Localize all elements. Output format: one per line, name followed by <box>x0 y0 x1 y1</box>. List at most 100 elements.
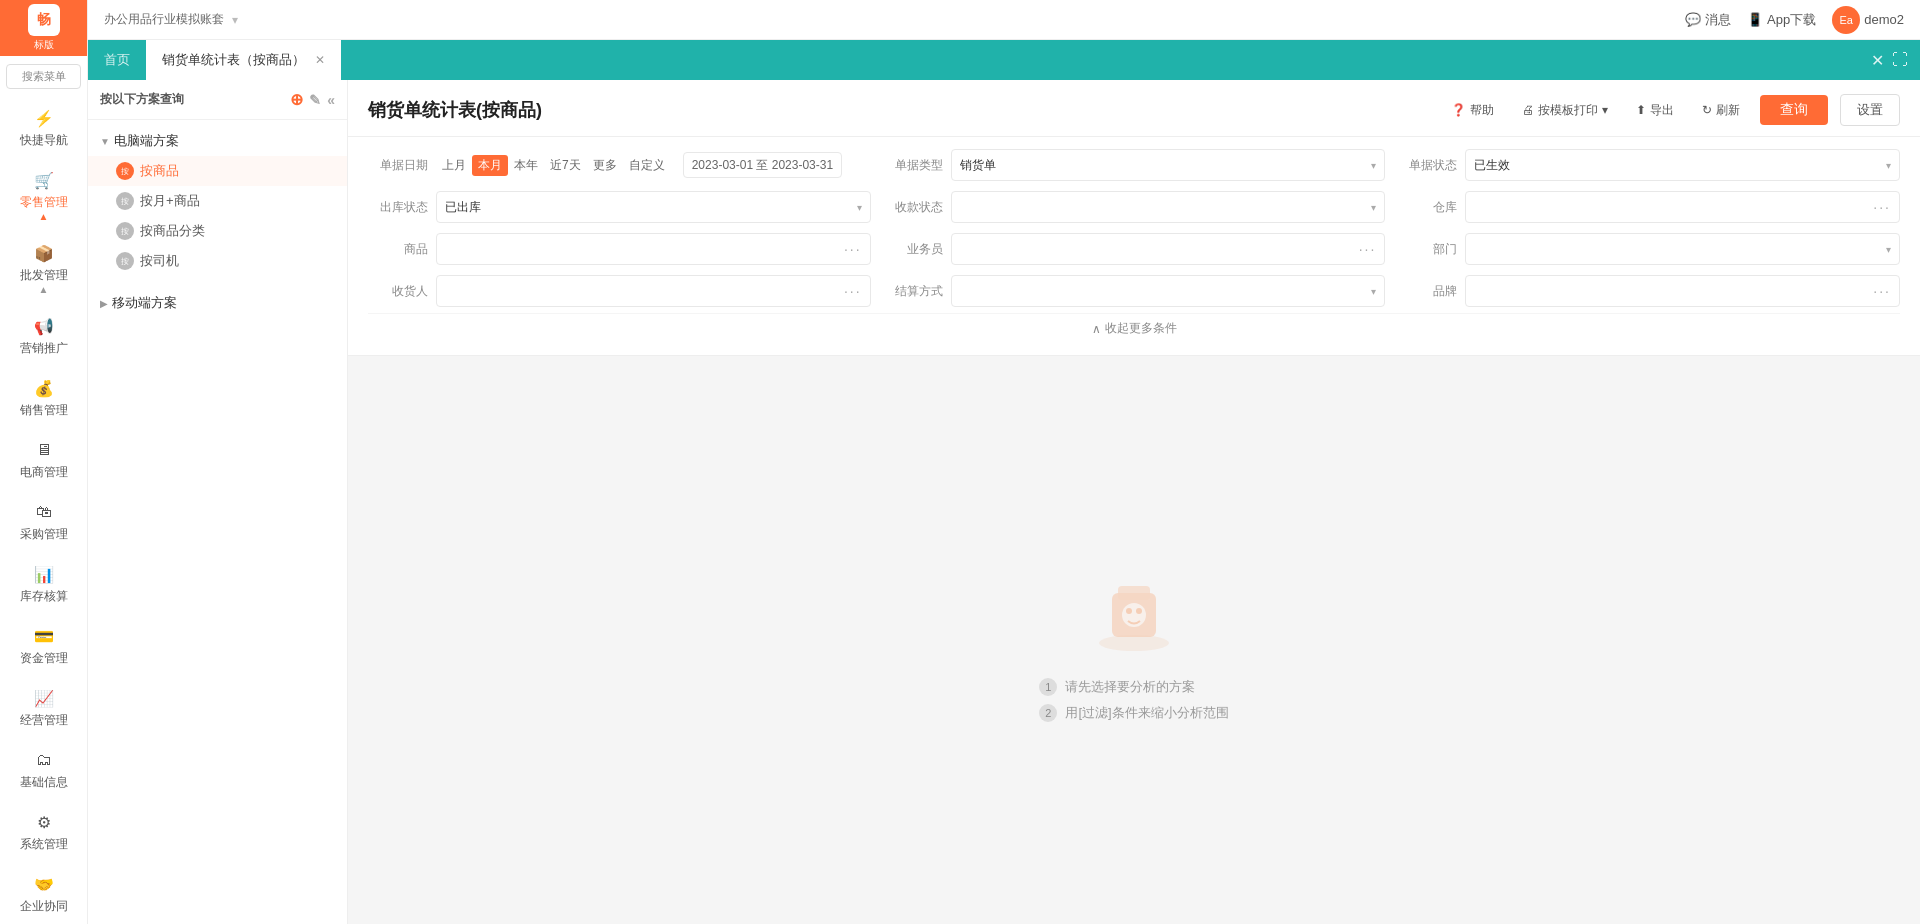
pay-status-label: 收款状态 <box>883 199 943 216</box>
edit-scheme-icon[interactable]: ✎ <box>309 92 321 108</box>
svg-point-4 <box>1126 608 1132 614</box>
empty-tips: 1 请先选择要分析的方案 2 用[过滤]条件来缩小分析范围 <box>1039 678 1228 722</box>
sidebar-item-wholesale[interactable]: 📦 批发管理 ▲ <box>0 232 87 305</box>
sidebar-item-basic[interactable]: 🗂 基础信息 <box>0 739 87 801</box>
collapse-panel-icon[interactable]: « <box>327 92 335 108</box>
tip-num-1: 1 <box>1039 678 1057 696</box>
tab-close-icon[interactable]: ✕ <box>315 53 325 67</box>
header-breadcrumb: 办公用品行业模拟账套 ▾ <box>104 11 238 28</box>
search-menu-section: 搜索菜单 <box>0 56 87 97</box>
finance-icon: 💳 <box>33 625 55 647</box>
wholesale-icon: 📦 <box>33 242 55 264</box>
help-button[interactable]: ❓ 帮助 <box>1443 98 1502 123</box>
main-content: 办公用品行业模拟账套 ▾ 💬 消息 📱 App下载 Ea demo2 首页 <box>88 0 1920 924</box>
date-tab-more[interactable]: 更多 <box>587 155 623 176</box>
receiver-select[interactable]: ··· <box>436 275 871 307</box>
sidebar-item-inventory[interactable]: 📊 库存核算 <box>0 553 87 615</box>
date-label: 单据日期 <box>368 157 428 174</box>
sidebar-item-system[interactable]: ⚙ 系统管理 <box>0 801 87 863</box>
message-button[interactable]: 💬 消息 <box>1685 11 1731 29</box>
page-title-bar: 销货单统计表(按商品) ❓ 帮助 🖨 按模板打印 ▾ ⬆ 导出 <box>348 80 1920 137</box>
out-status-select[interactable]: 已出库 ▾ <box>436 191 871 223</box>
basic-icon: 🗂 <box>33 749 55 771</box>
mobile-scheme-parent[interactable]: ▶ 移动端方案 <box>88 288 347 318</box>
left-panel: 按以下方案查询 ⊕ ✎ « ▼ 电脑端方案 按 按商品 按 按月 <box>88 80 348 924</box>
sidebar-item-shortcut[interactable]: ⚡ 快捷导航 <box>0 97 87 159</box>
message-icon: 💬 <box>1685 12 1701 27</box>
status-chevron-icon: ▾ <box>1886 160 1891 171</box>
add-scheme-icon[interactable]: ⊕ <box>290 90 303 109</box>
product-dots-icon: ··· <box>844 241 862 257</box>
status-select[interactable]: 已生效 ▾ <box>1465 149 1900 181</box>
status-label: 单据状态 <box>1397 157 1457 174</box>
date-tab-custom[interactable]: 自定义 <box>623 155 671 176</box>
refresh-button[interactable]: ↻ 刷新 <box>1694 98 1748 123</box>
logo: 畅 标版 <box>0 0 88 56</box>
user-profile[interactable]: Ea demo2 <box>1832 6 1904 34</box>
date-filter-cell: 单据日期 上月 本月 本年 近7天 更多 自定义 2023-03-01 至 20… <box>368 152 871 178</box>
operation-icon: 📈 <box>33 687 55 709</box>
date-tab-prev-month[interactable]: 上月 <box>436 155 472 176</box>
date-range-display[interactable]: 2023-03-01 至 2023-03-31 <box>683 152 842 178</box>
date-tab-cur-month[interactable]: 本月 <box>472 155 508 176</box>
right-content: 销货单统计表(按商品) ❓ 帮助 🖨 按模板打印 ▾ ⬆ 导出 <box>348 80 1920 924</box>
sidebar-item-sales[interactable]: 💰 销售管理 <box>0 367 87 429</box>
empty-tip-1: 1 请先选择要分析的方案 <box>1039 678 1228 696</box>
tab-home[interactable]: 首页 <box>88 40 146 80</box>
template-print-button[interactable]: 🖨 按模板打印 ▾ <box>1514 98 1616 123</box>
svg-rect-2 <box>1118 586 1150 600</box>
date-tab-last7[interactable]: 近7天 <box>544 155 587 176</box>
out-status-label: 出库状态 <box>368 199 428 216</box>
sidebar-item-retail[interactable]: 🛒 零售管理 ▲ <box>0 159 87 232</box>
scheme-by-month-product[interactable]: 按 按月+商品 <box>88 186 347 216</box>
date-tab-cur-year[interactable]: 本年 <box>508 155 544 176</box>
pc-scheme-parent[interactable]: ▼ 电脑端方案 <box>88 126 347 156</box>
sidebar-item-marketing[interactable]: 📢 营销推广 <box>0 305 87 367</box>
mobile-section: ▶ 移动端方案 <box>88 282 347 324</box>
sidebar-item-ecommerce[interactable]: 🖥 电商管理 <box>0 429 87 491</box>
scheme-by-printer[interactable]: 按 按司机 <box>88 246 347 276</box>
refresh-icon: ↻ <box>1702 103 1712 117</box>
warehouse-label: 仓库 <box>1397 199 1457 216</box>
product-label: 商品 <box>368 241 428 258</box>
warehouse-filter-cell: 仓库 ··· <box>1397 191 1900 223</box>
product-select[interactable]: ··· <box>436 233 871 265</box>
sidebar-item-enterprise[interactable]: 🤝 企业协同 <box>0 863 87 924</box>
header-right: 💬 消息 📱 App下载 Ea demo2 <box>1685 6 1904 34</box>
tab-sales-stats[interactable]: 销货单统计表（按商品） ✕ <box>146 40 341 80</box>
empty-state: 1 请先选择要分析的方案 2 用[过滤]条件来缩小分析范围 <box>348 356 1920 924</box>
page-wrapper: 按以下方案查询 ⊕ ✎ « ▼ 电脑端方案 按 按商品 按 按月 <box>88 80 1920 924</box>
app-download-button[interactable]: 📱 App下载 <box>1747 11 1816 29</box>
tab-close-window-icon[interactable]: ✕ <box>1871 51 1884 70</box>
scheme-icon-orange: 按 <box>116 162 134 180</box>
product-filter-cell: 商品 ··· <box>368 233 871 265</box>
query-button[interactable]: 查询 <box>1760 95 1828 125</box>
tab-maximize-icon[interactable]: ⛶ <box>1892 51 1908 69</box>
collapse-button[interactable]: ∧ 收起更多条件 <box>368 313 1900 343</box>
app-icon: 📱 <box>1747 12 1763 27</box>
receiver-filter-cell: 收货人 ··· <box>368 275 871 307</box>
salesman-select[interactable]: ··· <box>951 233 1386 265</box>
brand-select[interactable]: ··· <box>1465 275 1900 307</box>
salesman-label: 业务员 <box>883 241 943 258</box>
sidebar-item-finance[interactable]: 💳 资金管理 <box>0 615 87 677</box>
warehouse-select[interactable]: ··· <box>1465 191 1900 223</box>
search-menu-button[interactable]: 搜索菜单 <box>6 64 81 89</box>
warehouse-dots-icon: ··· <box>1873 199 1891 215</box>
title-bar-actions: ❓ 帮助 🖨 按模板打印 ▾ ⬆ 导出 ↻ 刷新 <box>1443 94 1900 126</box>
settings-button[interactable]: 设置 <box>1840 94 1900 126</box>
payment-select[interactable]: ▾ <box>951 275 1386 307</box>
shortcut-icon: ⚡ <box>33 107 55 129</box>
type-select[interactable]: 销货单 ▾ <box>951 149 1386 181</box>
dept-chevron-icon: ▾ <box>1886 244 1891 255</box>
scheme-by-product[interactable]: 按 按商品 <box>88 156 347 186</box>
sales-icon: 💰 <box>33 377 55 399</box>
pay-status-select[interactable]: ▾ <box>951 191 1386 223</box>
sidebar-item-operation[interactable]: 📈 经营管理 <box>0 677 87 739</box>
sidebar-item-purchase[interactable]: 🛍 采购管理 <box>0 491 87 553</box>
export-button[interactable]: ⬆ 导出 <box>1628 98 1682 123</box>
scheme-icon-gray3: 按 <box>116 252 134 270</box>
salesman-dots-icon: ··· <box>1359 241 1377 257</box>
scheme-by-category[interactable]: 按 按商品分类 <box>88 216 347 246</box>
dept-select[interactable]: ▾ <box>1465 233 1900 265</box>
